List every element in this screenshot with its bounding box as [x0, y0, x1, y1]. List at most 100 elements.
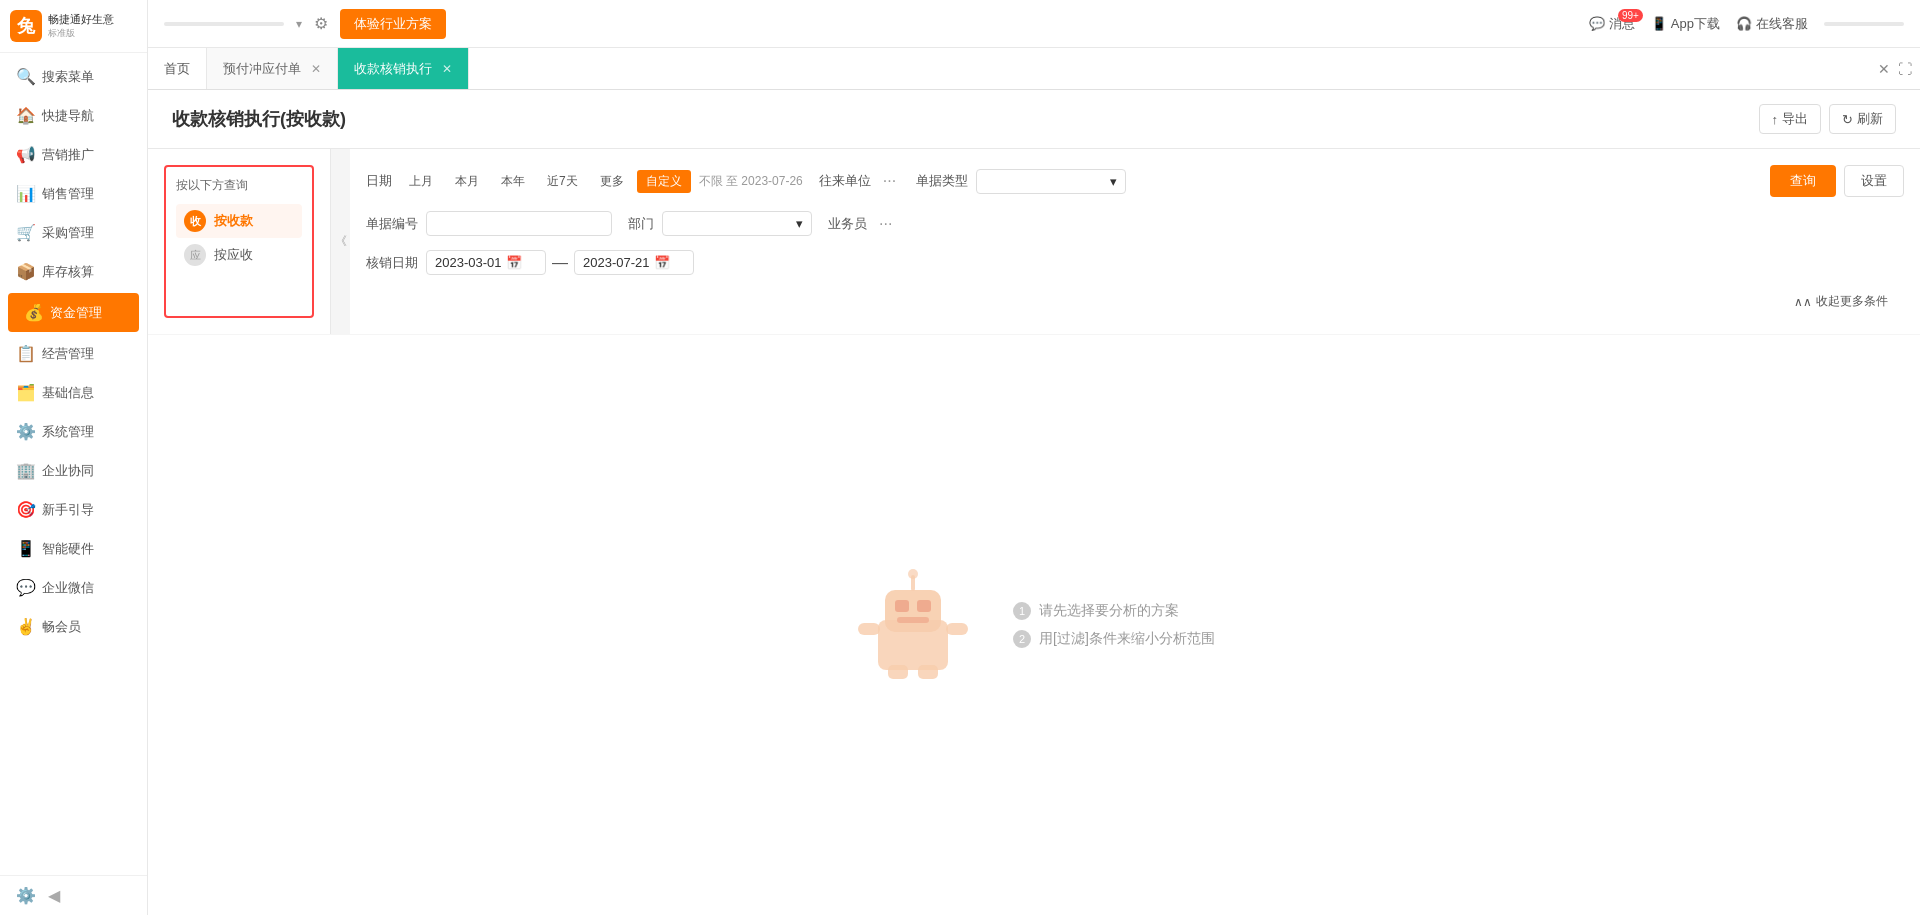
date-btn-7days[interactable]: 近7天 [538, 170, 587, 193]
app-icon: 📱 [1651, 16, 1667, 31]
bill-type-chevron-icon: ▾ [1110, 174, 1117, 189]
topbar-right: 💬 消息 99+ 📱 App下载 🎧 在线客服 [1589, 15, 1904, 33]
sidebar-item-sales[interactable]: 📊 销售管理 [0, 174, 147, 213]
sidebar-item-search[interactable]: 🔍 搜索菜单 [0, 57, 147, 96]
filter-by-receivable[interactable]: 应 按应收 [176, 238, 302, 272]
dept-select[interactable]: ▾ [662, 211, 812, 236]
sidebar-item-wechat[interactable]: 💬 企业微信 [0, 568, 147, 607]
sidebar-item-label-operation: 经营管理 [42, 345, 94, 363]
bill-no-filter-group: 单据编号 [366, 211, 612, 236]
partner-filter-group: 往来单位 ··· [819, 172, 900, 190]
filter-row-2: 单据编号 部门 ▾ 业务员 ··· [366, 211, 1904, 236]
export-button[interactable]: ↑ 导出 [1759, 104, 1822, 134]
empty-tips: 1 请先选择要分析的方案 2 用[过滤]条件来缩小分析范围 [1013, 602, 1215, 648]
tab-collection[interactable]: 收款核销执行 ✕ [338, 48, 469, 89]
receivable-icon: 应 [184, 244, 206, 266]
topbar-brand [164, 22, 284, 26]
sidebar-item-purchase[interactable]: 🛒 采购管理 [0, 213, 147, 252]
sidebar-item-label-basic: 基础信息 [42, 384, 94, 402]
sidebar-item-finance[interactable]: 💰 资金管理 [8, 293, 139, 332]
topbar: ▾ ⚙ 体验行业方案 💬 消息 99+ 📱 App下载 🎧 在线客服 [148, 0, 1920, 48]
svg-rect-8 [918, 665, 938, 679]
date-btn-last-month[interactable]: 上月 [400, 170, 442, 193]
dept-label: 部门 [628, 215, 654, 233]
collapse-more-button[interactable]: ∧∧ 收起更多条件 [1794, 293, 1888, 310]
date-btn-custom[interactable]: 自定义 [637, 170, 691, 193]
page-title: 收款核销执行(按收款) [172, 107, 346, 145]
sidebar-item-label-finance: 资金管理 [50, 304, 102, 322]
message-button[interactable]: 💬 消息 99+ [1589, 15, 1635, 33]
panel-label: 按以下方查询 [176, 177, 302, 194]
svg-rect-4 [897, 617, 929, 623]
solution-button[interactable]: 体验行业方案 [340, 9, 446, 39]
app-label: App下载 [1671, 15, 1720, 33]
tab-prepay[interactable]: 预付冲应付单 ✕ [207, 48, 338, 89]
sidebar-item-guide[interactable]: 🎯 新手引导 [0, 490, 147, 529]
finance-icon: 💰 [24, 303, 42, 322]
sidebar-item-basic[interactable]: 🗂️ 基础信息 [0, 373, 147, 412]
action-buttons: 查询 设置 [1770, 165, 1904, 197]
bill-no-input[interactable] [426, 211, 612, 236]
close-all-tabs-icon[interactable]: ✕ [1878, 61, 1890, 77]
receipt-label: 按收款 [214, 212, 253, 230]
sidebar-item-inventory[interactable]: 📦 库存核算 [0, 252, 147, 291]
date-btn-more[interactable]: 更多 [591, 170, 633, 193]
export-icon: ↑ [1772, 112, 1779, 127]
sidebar-item-label-shortcut: 快捷导航 [42, 107, 94, 125]
partner-selector[interactable]: ··· [879, 172, 900, 190]
topbar-gear-icon[interactable]: ⚙ [314, 14, 328, 33]
svg-rect-6 [946, 623, 968, 635]
maximize-icon[interactable]: ⛶ [1898, 61, 1912, 77]
sidebar-item-label-hardware: 智能硬件 [42, 540, 94, 558]
verify-date-start-input[interactable]: 2023-03-01 📅 [426, 250, 546, 275]
guide-icon: 🎯 [16, 500, 34, 519]
sidebar-item-label-member: 畅会员 [42, 618, 81, 636]
shortcut-icon: 🏠 [16, 106, 34, 125]
user-avatar[interactable] [1824, 22, 1904, 26]
tab-home-label: 首页 [164, 60, 190, 78]
purchase-icon: 🛒 [16, 223, 34, 242]
wechat-icon: 💬 [16, 578, 34, 597]
staff-label: 业务员 [828, 215, 867, 233]
inventory-icon: 📦 [16, 262, 34, 281]
svg-rect-3 [917, 600, 931, 612]
page-actions: ↑ 导出 ↻ 刷新 [1759, 104, 1897, 148]
sidebar-item-member[interactable]: ✌️ 畅会员 [0, 607, 147, 646]
topbar-chevron-icon[interactable]: ▾ [296, 17, 302, 31]
message-icon: 💬 [1589, 16, 1605, 31]
date-btn-this-year[interactable]: 本年 [492, 170, 534, 193]
logo-icon: 兔 [10, 10, 42, 42]
svg-rect-7 [888, 665, 908, 679]
query-button[interactable]: 查询 [1770, 165, 1836, 197]
tip-num-2: 2 [1013, 630, 1031, 648]
bill-type-select[interactable]: ▾ [976, 169, 1126, 194]
svg-rect-1 [885, 590, 941, 632]
system-icon: ⚙️ [16, 422, 34, 441]
setting-button[interactable]: 设置 [1844, 165, 1904, 197]
tabbar-actions: ✕ ⛶ [1870, 48, 1920, 89]
verify-date-end-input[interactable]: 2023-07-21 📅 [574, 250, 694, 275]
sidebar-item-marketing[interactable]: 📢 营销推广 [0, 135, 147, 174]
date-btn-this-month[interactable]: 本月 [446, 170, 488, 193]
filter-row-3: 核销日期 2023-03-01 📅 — 2023-07-21 📅 [366, 250, 1904, 275]
filter-by-receipt[interactable]: 收 按收款 [176, 204, 302, 238]
tab-home[interactable]: 首页 [148, 48, 207, 89]
tab-prepay-close-icon[interactable]: ✕ [311, 62, 321, 76]
tab-collection-close-icon[interactable]: ✕ [442, 62, 452, 76]
sidebar-item-hardware[interactable]: 📱 智能硬件 [0, 529, 147, 568]
sidebar-item-operation[interactable]: 📋 经营管理 [0, 334, 147, 373]
online-service-button[interactable]: 🎧 在线客服 [1736, 15, 1808, 33]
sidebar-item-label-system: 系统管理 [42, 423, 94, 441]
settings-bottom-icon[interactable]: ⚙️ [16, 886, 36, 905]
sidebar-item-system[interactable]: ⚙️ 系统管理 [0, 412, 147, 451]
refresh-button[interactable]: ↻ 刷新 [1829, 104, 1896, 134]
panel-collapse-button[interactable]: 《 [330, 149, 350, 334]
staff-selector[interactable]: ··· [875, 215, 896, 233]
sidebar-item-enterprise[interactable]: 🏢 企业协同 [0, 451, 147, 490]
hardware-icon: 📱 [16, 539, 34, 558]
sidebar-item-shortcut[interactable]: 🏠 快捷导航 [0, 96, 147, 135]
refresh-label: 刷新 [1857, 110, 1883, 128]
collapse-sidebar-icon[interactable]: ◀ [48, 886, 60, 905]
app-download-button[interactable]: 📱 App下载 [1651, 15, 1720, 33]
logo-text: 畅捷通好生意 [48, 12, 114, 26]
